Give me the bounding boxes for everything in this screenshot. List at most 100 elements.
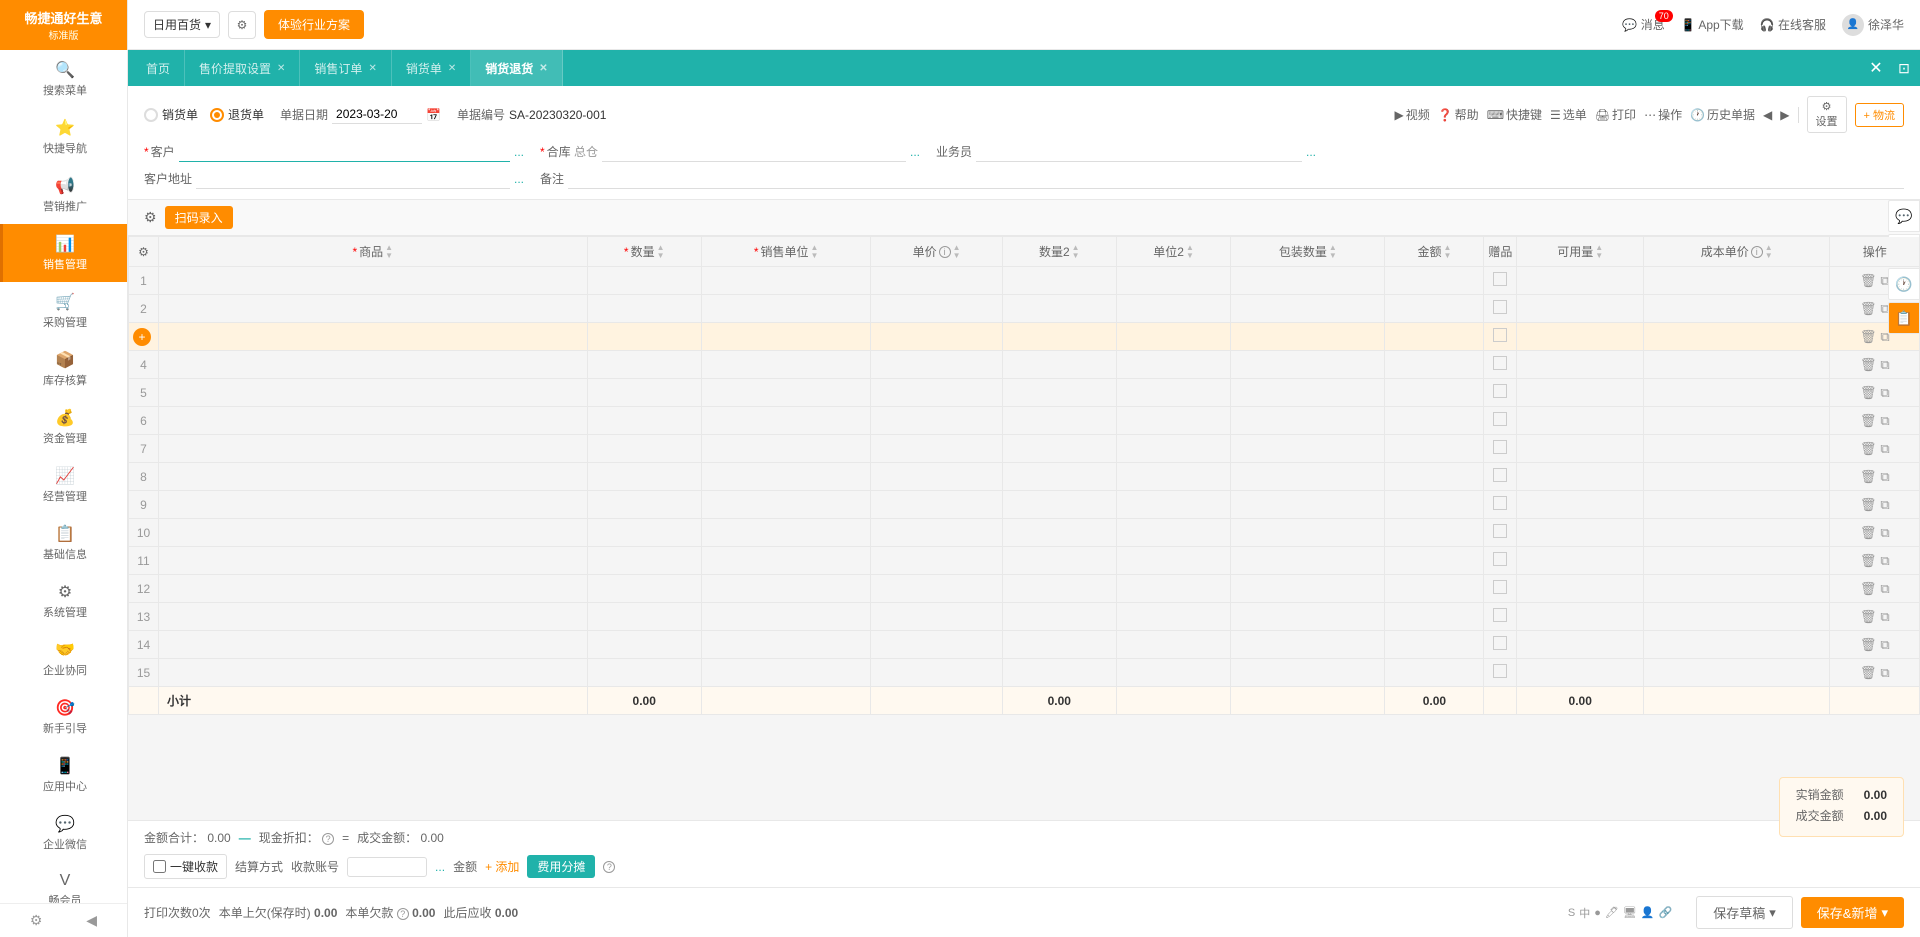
cell-amount-4[interactable] bbox=[1385, 351, 1484, 379]
right-panel-btn-history[interactable]: 🕐 bbox=[1888, 268, 1920, 300]
cell-quantity-10[interactable] bbox=[587, 519, 701, 547]
copy-row-15[interactable]: ⧉ bbox=[1880, 665, 1889, 681]
tab-home[interactable]: 首页 bbox=[132, 50, 185, 86]
cell-available-5[interactable] bbox=[1517, 379, 1644, 407]
copy-row-13[interactable]: ⧉ bbox=[1880, 609, 1889, 625]
gift-checkbox-13[interactable] bbox=[1493, 608, 1507, 622]
cell-available-3[interactable] bbox=[1517, 323, 1644, 351]
cell-pack-quantity-8[interactable] bbox=[1231, 463, 1385, 491]
cell-gift-4[interactable] bbox=[1484, 351, 1517, 379]
next-icon[interactable]: ▶ bbox=[1780, 108, 1789, 122]
gift-checkbox-15[interactable] bbox=[1493, 664, 1507, 678]
sale-unit-sort[interactable]: ▲▼ bbox=[811, 244, 819, 260]
cell-unit-price-8[interactable] bbox=[871, 463, 1002, 491]
address-input[interactable] bbox=[196, 168, 510, 189]
delete-row-12[interactable]: 🗑 bbox=[1860, 581, 1877, 597]
sidebar-item-operations[interactable]: 📈 经营管理 bbox=[0, 456, 127, 514]
cell-sale-unit-12[interactable] bbox=[701, 575, 871, 603]
delete-row-4[interactable]: 🗑 bbox=[1860, 357, 1877, 373]
cell-quantity2-5[interactable] bbox=[1002, 379, 1116, 407]
cell-sale-unit-11[interactable] bbox=[701, 547, 871, 575]
gift-checkbox-12[interactable] bbox=[1493, 580, 1507, 594]
industry-selector[interactable]: 日用百货 ▾ bbox=[144, 11, 220, 38]
delete-row-3[interactable]: 🗑 bbox=[1860, 329, 1877, 345]
cell-gift-7[interactable] bbox=[1484, 435, 1517, 463]
tab-sale-return[interactable]: 销货退货✕ bbox=[471, 50, 562, 86]
gift-checkbox-5[interactable] bbox=[1493, 384, 1507, 398]
cell-amount-2[interactable] bbox=[1385, 295, 1484, 323]
cell-sale-unit-1[interactable] bbox=[701, 267, 871, 295]
cell-unit-price-14[interactable] bbox=[871, 631, 1002, 659]
expand-icon[interactable]: ⊡ bbox=[1892, 56, 1916, 80]
amount-sort[interactable]: ▲▼ bbox=[1443, 244, 1451, 260]
delete-row-15[interactable]: 🗑 bbox=[1860, 665, 1877, 681]
prev-icon[interactable]: ◀ bbox=[1763, 108, 1772, 122]
copy-row-11[interactable]: ⧉ bbox=[1880, 553, 1889, 569]
cell-amount-7[interactable] bbox=[1385, 435, 1484, 463]
sidebar-item-new-guide[interactable]: 🎯 新手引导 bbox=[0, 688, 127, 746]
sidebar-item-changyue[interactable]: V 畅会员 bbox=[0, 862, 127, 903]
cell-unit2-15[interactable] bbox=[1116, 659, 1230, 687]
delete-row-7[interactable]: 🗑 bbox=[1860, 441, 1877, 457]
cell-quantity2-8[interactable] bbox=[1002, 463, 1116, 491]
cell-unit2-1[interactable] bbox=[1116, 267, 1230, 295]
cell-sale-unit-9[interactable] bbox=[701, 491, 871, 519]
cell-unit-price-15[interactable] bbox=[871, 659, 1002, 687]
cell-gift-11[interactable] bbox=[1484, 547, 1517, 575]
add-row-btn[interactable]: + bbox=[133, 328, 151, 346]
cell-available-1[interactable] bbox=[1517, 267, 1644, 295]
cell-unit-price-13[interactable] bbox=[871, 603, 1002, 631]
remark-input[interactable] bbox=[568, 168, 1904, 189]
app-download-link[interactable]: 📱 App下载 bbox=[1681, 16, 1744, 33]
one-click-pay-checkbox[interactable]: 一键收款 bbox=[144, 854, 227, 879]
select-link[interactable]: ☰ 选单 bbox=[1550, 106, 1587, 123]
cell-pack-quantity-7[interactable] bbox=[1231, 435, 1385, 463]
cell-available-2[interactable] bbox=[1517, 295, 1644, 323]
cell-amount-6[interactable] bbox=[1385, 407, 1484, 435]
cell-gift-15[interactable] bbox=[1484, 659, 1517, 687]
cell-amount-3[interactable] bbox=[1385, 323, 1484, 351]
cell-product-4[interactable] bbox=[159, 351, 588, 379]
cell-product-9[interactable] bbox=[159, 491, 588, 519]
doc-owed-info[interactable]: ? bbox=[397, 908, 409, 920]
cell-unit-price-2[interactable] bbox=[871, 295, 1002, 323]
cell-unit-price-6[interactable] bbox=[871, 407, 1002, 435]
gift-checkbox-14[interactable] bbox=[1493, 636, 1507, 650]
cell-amount-15[interactable] bbox=[1385, 659, 1484, 687]
cell-pack-quantity-15[interactable] bbox=[1231, 659, 1385, 687]
history-link[interactable]: 🕐 历史单据 bbox=[1690, 106, 1755, 123]
cell-gift-14[interactable] bbox=[1484, 631, 1517, 659]
right-panel-btn-chat[interactable]: 💬 bbox=[1888, 200, 1920, 232]
pack-quantity-sort[interactable]: ▲▼ bbox=[1329, 244, 1337, 260]
gift-checkbox-2[interactable] bbox=[1493, 300, 1507, 314]
cell-gift-8[interactable] bbox=[1484, 463, 1517, 491]
cell-unit-price-7[interactable] bbox=[871, 435, 1002, 463]
cell-amount-14[interactable] bbox=[1385, 631, 1484, 659]
cell-unit2-6[interactable] bbox=[1116, 407, 1230, 435]
unit2-sort[interactable]: ▲▼ bbox=[1186, 244, 1194, 260]
save-draft-btn[interactable]: 保存草稿 ▾ bbox=[1696, 896, 1793, 929]
shortcut-link[interactable]: ⌨ 快捷键 bbox=[1487, 106, 1542, 123]
cell-quantity2-4[interactable] bbox=[1002, 351, 1116, 379]
cell-product-8[interactable] bbox=[159, 463, 588, 491]
cell-pack-quantity-5[interactable] bbox=[1231, 379, 1385, 407]
cell-unit-price-4[interactable] bbox=[871, 351, 1002, 379]
cell-sale-unit-15[interactable] bbox=[701, 659, 871, 687]
one-click-pay-input[interactable] bbox=[153, 860, 166, 873]
cell-cost-price-9[interactable] bbox=[1643, 491, 1829, 519]
experience-btn[interactable]: 体验行业方案 bbox=[264, 10, 364, 39]
cell-available-14[interactable] bbox=[1517, 631, 1644, 659]
sidebar-settings-icon[interactable]: ⚙ bbox=[30, 912, 43, 929]
tab-close-sale-delivery[interactable]: ✕ bbox=[448, 63, 456, 74]
gift-checkbox-4[interactable] bbox=[1493, 356, 1507, 370]
cell-product-12[interactable] bbox=[159, 575, 588, 603]
cost-price-sort[interactable]: ▲▼ bbox=[1765, 244, 1773, 260]
cell-quantity-13[interactable] bbox=[587, 603, 701, 631]
account-input[interactable] bbox=[347, 857, 427, 877]
cell-available-11[interactable] bbox=[1517, 547, 1644, 575]
cell-product-14[interactable] bbox=[159, 631, 588, 659]
cash-discount-info[interactable]: ? bbox=[322, 833, 334, 845]
sidebar-item-app-center[interactable]: 📱 应用中心 bbox=[0, 746, 127, 804]
cell-cost-price-5[interactable] bbox=[1643, 379, 1829, 407]
quantity2-sort[interactable]: ▲▼ bbox=[1072, 244, 1080, 260]
